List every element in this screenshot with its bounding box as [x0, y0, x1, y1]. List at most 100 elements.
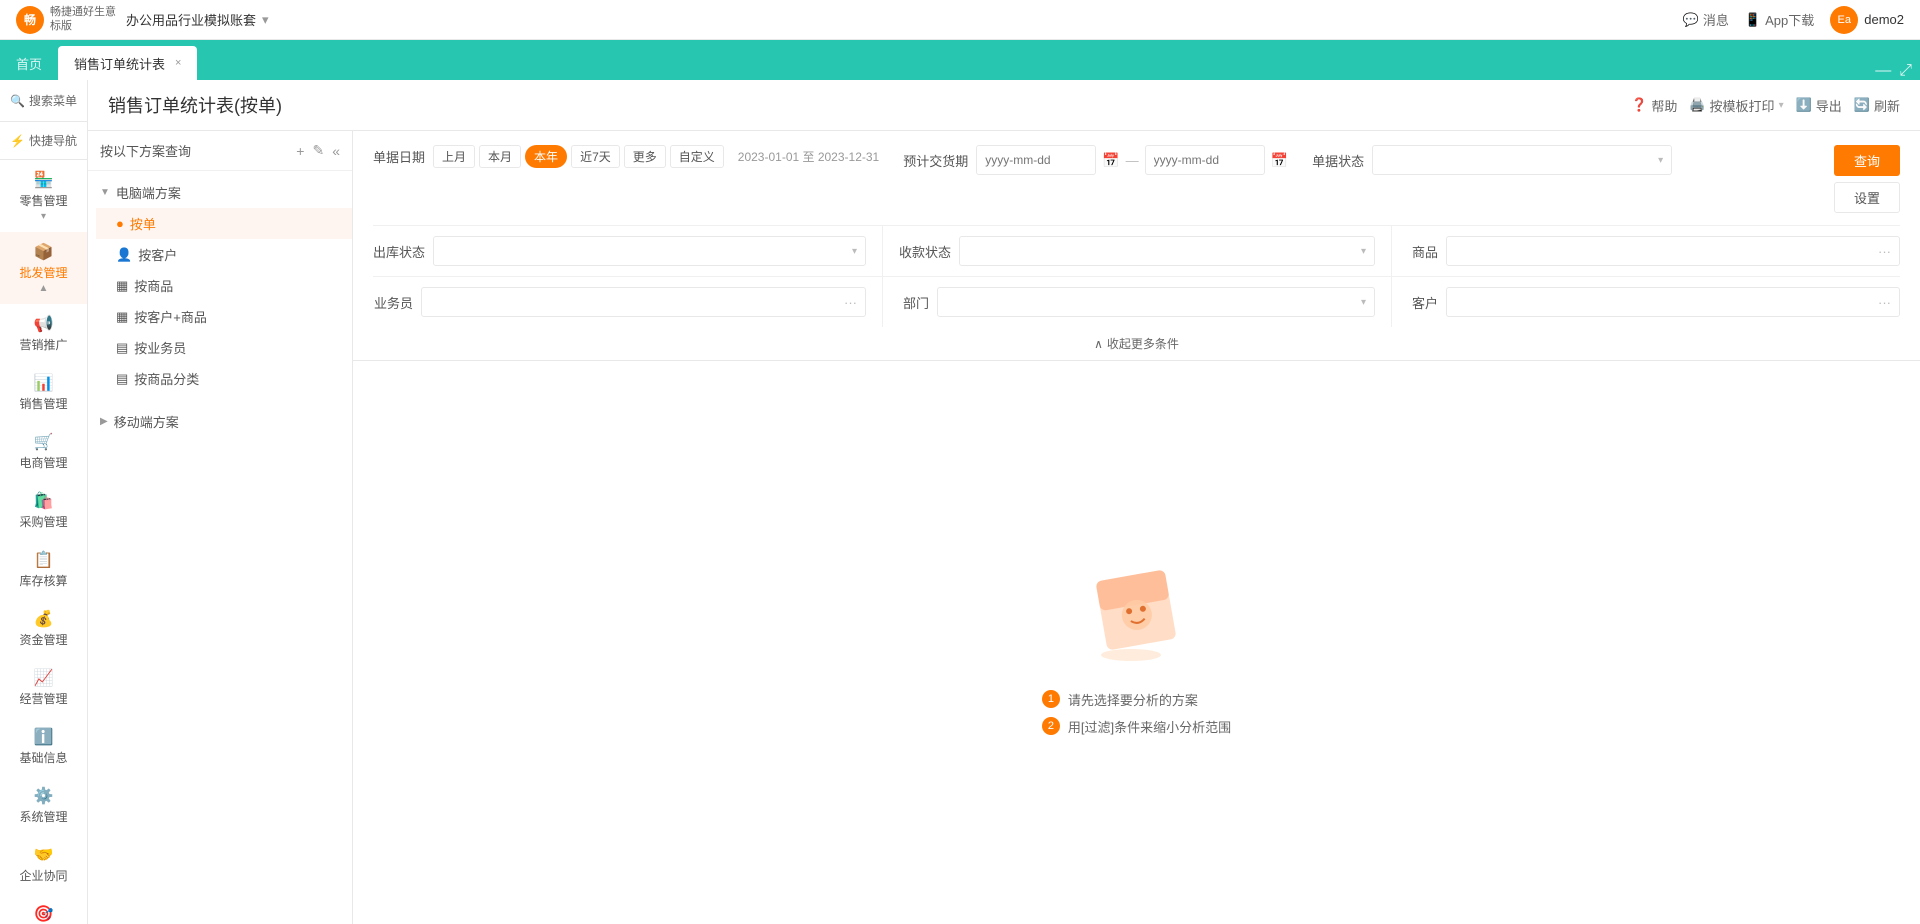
page-header: 销售订单统计表(按单) ❓ 帮助 🖨️ 按模板打印 ▾ ⬇️ 导出 🔄 刷新 [88, 80, 1920, 131]
date-btn-this-year[interactable]: 本年 [525, 145, 567, 168]
sidebar-item-inventory[interactable]: 📋 库存核算 [0, 540, 87, 599]
scheme-by-order[interactable]: ● 按单 [96, 208, 352, 239]
department-select[interactable]: ▾ [937, 287, 1375, 317]
step-1-num: 1 [1042, 690, 1060, 708]
calendar-start-icon[interactable]: 📅 [1102, 152, 1119, 169]
scheme-by-goods[interactable]: ▦ 按商品 [96, 270, 352, 301]
scheme-icon-goods: ▦ [116, 278, 128, 294]
sidebar-quick-nav[interactable]: ⚡ 快捷导航 [0, 122, 87, 160]
sales-icon: 📊 [34, 373, 54, 393]
sidebar-item-sales[interactable]: 📊 销售管理 [0, 363, 87, 422]
out-status-select[interactable]: ▾ [433, 236, 866, 266]
calendar-end-icon[interactable]: 📅 [1271, 152, 1288, 169]
status-arrow-icon: ▾ [1658, 155, 1663, 166]
edit-scheme-button[interactable]: ✎ [312, 142, 324, 159]
basic-icon: ℹ️ [34, 727, 54, 747]
sidebar-search[interactable]: 🔍 搜索菜单 [0, 80, 87, 122]
tab-sales-order[interactable]: 销售订单统计表 × [58, 46, 197, 80]
breadcrumb-arrow-icon[interactable]: ▾ [262, 12, 269, 28]
sidebar-search-inner[interactable]: 🔍 搜索菜单 [0, 88, 87, 113]
salesperson-input[interactable]: ··· [421, 287, 866, 317]
tab-maximize-button[interactable]: ⤢ [1899, 62, 1912, 80]
add-scheme-button[interactable]: + [296, 143, 304, 159]
refresh-button[interactable]: 🔄 刷新 [1854, 96, 1900, 115]
help-button[interactable]: ❓ 帮助 [1631, 96, 1677, 115]
retail-arrow-icon: ▾ [41, 211, 46, 222]
expected-date-start[interactable] [976, 145, 1096, 175]
sidebar-item-finance[interactable]: 💰 资金管理 [0, 599, 87, 658]
sidebar-item-collab[interactable]: 🤝 企业协同 [0, 835, 87, 894]
sidebar-item-wholesale[interactable]: 📦 批发管理 ▲ [0, 232, 87, 304]
scheme-icon-customer-goods: ▦ [116, 309, 128, 325]
search-icon: 🔍 [10, 94, 25, 108]
date-range-display: 2023-01-01 至 2023-12-31 [738, 148, 879, 165]
sidebar-item-ecommerce[interactable]: 🛒 电商管理 [0, 422, 87, 481]
print-button[interactable]: 🖨️ 按模板打印 ▾ [1689, 96, 1783, 115]
expected-date-inputs: 📅 — 📅 [976, 145, 1288, 175]
main-content-row: 按以下方案查询 + ✎ « ▼ 电脑端方案 ● [88, 131, 1920, 924]
scheme-by-salesperson[interactable]: ▤ 按业务员 [96, 332, 352, 363]
filter-section: 单据日期 上月 本月 本年 近7天 更多 自定义 2023-01-01 至 20… [353, 131, 1920, 327]
expected-date-end[interactable] [1145, 145, 1265, 175]
collapse-bar[interactable]: ∧ 收起更多条件 [353, 327, 1920, 361]
date-buttons: 上月 本月 本年 近7天 更多 自定义 [433, 145, 724, 168]
top-bar-right: 💬 消息 📱 App下载 Ea demo2 [1683, 6, 1904, 34]
tab-minimize-button[interactable]: — [1875, 62, 1891, 80]
sidebar-item-guide[interactable]: 🎯 新手引导 [0, 894, 87, 924]
status-filter-group: 单据状态 ▾ [1312, 145, 1818, 175]
date-btn-custom[interactable]: 自定义 [670, 145, 724, 168]
scheme-by-category[interactable]: ▤ 按商品分类 [96, 363, 352, 394]
pc-section-header[interactable]: ▼ 电脑端方案 [88, 177, 352, 208]
print-icon: 🖨️ [1689, 97, 1705, 113]
app-download-button[interactable]: 📱 App下载 [1745, 10, 1814, 29]
empty-illustration [1076, 550, 1196, 670]
customer-input[interactable]: ··· [1446, 287, 1900, 317]
sidebar-item-retail[interactable]: 🏪 零售管理 ▾ [0, 160, 87, 232]
department-filter-group: 部门 ▾ [882, 277, 1391, 327]
finance-icon: 💰 [34, 609, 54, 629]
date-btn-this-month[interactable]: 本月 [479, 145, 521, 168]
settings-button[interactable]: 设置 [1834, 182, 1900, 213]
pc-scheme-list: ● 按单 👤 按客户 ▦ 按商品 ▦ 按客户+ [88, 208, 352, 394]
sidebar-item-purchase[interactable]: 🛍️ 采购管理 [0, 481, 87, 540]
customer-label: 客户 [1408, 293, 1438, 312]
sidebar-item-operations[interactable]: 📈 经营管理 [0, 658, 87, 717]
date-btn-more[interactable]: 更多 [624, 145, 666, 168]
collapse-panel-button[interactable]: « [332, 143, 340, 159]
goods-label: 商品 [1408, 242, 1438, 261]
scheme-by-customer-goods[interactable]: ▦ 按客户+商品 [96, 301, 352, 332]
filter-row-3: 业务员 ··· 部门 ▾ [373, 277, 1900, 327]
left-panel-title: 按以下方案查询 [100, 141, 191, 160]
tab-home[interactable]: 首页 [0, 46, 58, 80]
retail-icon: 🏪 [34, 170, 54, 190]
export-icon: ⬇️ [1796, 97, 1812, 113]
operations-icon: 📈 [34, 668, 54, 688]
filter-row-2: 出库状态 ▾ 收款状态 ▾ [373, 226, 1900, 277]
page-title: 销售订单统计表(按单) [108, 92, 282, 118]
receipt-status-select[interactable]: ▾ [959, 236, 1375, 266]
sidebar-item-marketing[interactable]: 📢 营销推广 [0, 304, 87, 363]
tab-close-icon[interactable]: × [175, 57, 181, 69]
quick-nav-inner[interactable]: ⚡ 快捷导航 [0, 126, 87, 155]
goods-dots-icon[interactable]: ··· [1878, 244, 1891, 259]
avatar: Ea [1830, 6, 1858, 34]
status-select[interactable]: ▾ [1372, 145, 1672, 175]
top-bar: 畅 畅捷通好生意 标版 办公用品行业模拟账套 ▾ 💬 消息 📱 App下载 Ea… [0, 0, 1920, 40]
department-label: 部门 [899, 293, 929, 312]
date-btn-last-month[interactable]: 上月 [433, 145, 475, 168]
scheme-by-customer[interactable]: 👤 按客户 [96, 239, 352, 270]
user-name: demo2 [1864, 12, 1904, 27]
sidebar-item-system[interactable]: ⚙️ 系统管理 [0, 776, 87, 835]
goods-input[interactable]: ··· [1446, 236, 1900, 266]
message-button[interactable]: 💬 消息 [1683, 10, 1729, 29]
sidebar-item-basic[interactable]: ℹ️ 基础信息 [0, 717, 87, 776]
query-button[interactable]: 查询 [1834, 145, 1900, 176]
goods-filter-group: 商品 ··· [1391, 226, 1900, 276]
salesperson-dots-icon[interactable]: ··· [844, 295, 857, 310]
date-btn-7days[interactable]: 近7天 [571, 145, 620, 168]
empty-box-svg [1076, 550, 1196, 670]
customer-dots-icon[interactable]: ··· [1878, 295, 1891, 310]
help-icon: ❓ [1631, 97, 1647, 113]
export-button[interactable]: ⬇️ 导出 [1796, 96, 1842, 115]
mobile-section-header[interactable]: ▶ 移动端方案 [88, 406, 352, 437]
